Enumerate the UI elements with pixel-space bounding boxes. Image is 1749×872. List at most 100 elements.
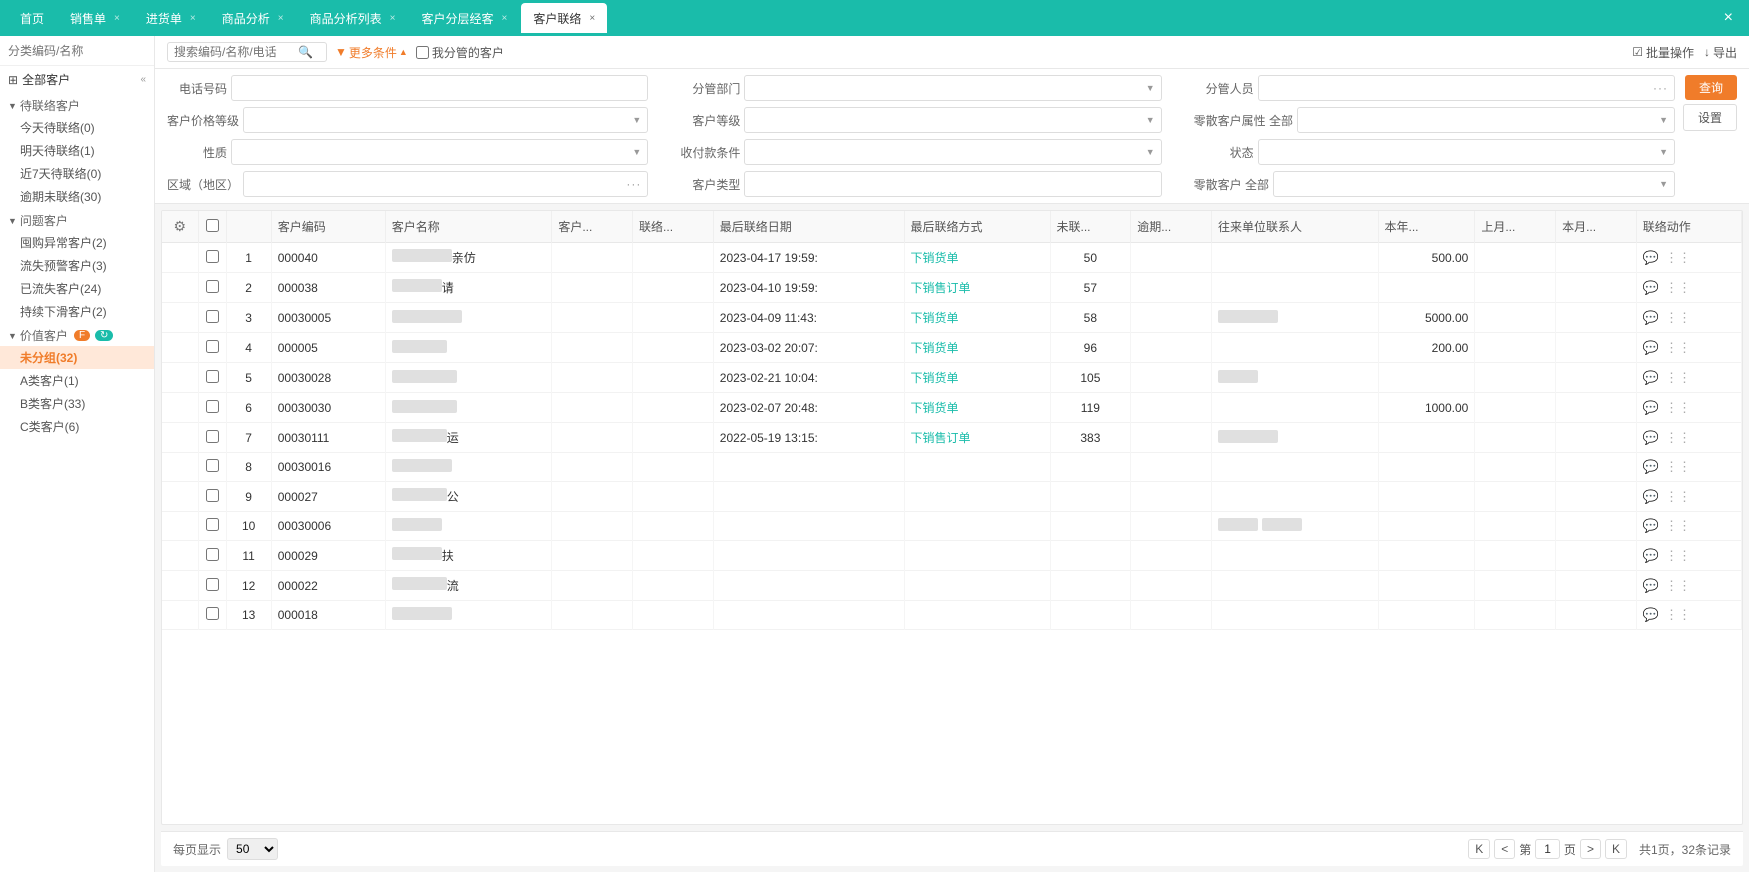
sidebar-item-overdue[interactable]: 逾期未联络(30) [0, 185, 154, 208]
col-last-way[interactable]: 最后联络方式 [904, 211, 1050, 243]
row-checkbox[interactable] [206, 459, 219, 472]
close-purchase-tab[interactable]: × [190, 13, 196, 24]
row-last-way-link[interactable]: 下销货单 [911, 341, 959, 355]
more-conditions-button[interactable]: ▼ 更多条件 ▲ [335, 44, 408, 61]
filter-search-icon[interactable]: 🔍 [298, 45, 313, 59]
col-name[interactable]: 客户名称 [385, 211, 552, 243]
row-checkbox[interactable] [206, 548, 219, 561]
gear-icon[interactable]: ⚙ [173, 218, 186, 234]
more-icon[interactable]: ⋮⋮ [1665, 548, 1691, 564]
sidebar-item-tomorrow[interactable]: 明天待联络(1) [0, 139, 154, 162]
close-product-analysis-list-tab[interactable]: × [390, 13, 396, 24]
more-icon[interactable]: ⋮⋮ [1665, 340, 1691, 356]
col-this-month[interactable]: 本月... [1556, 211, 1637, 243]
tab-sales[interactable]: 销售单 × [58, 3, 132, 33]
row-checkbox[interactable] [206, 578, 219, 591]
col-last-month[interactable]: 上月... [1475, 211, 1556, 243]
row-checkbox[interactable] [206, 310, 219, 323]
tab-customer-contact[interactable]: 客户联络 × [521, 3, 607, 33]
chat-icon[interactable]: 💬 [1643, 459, 1659, 475]
sidebar-pending-group[interactable]: ▼ 待联络客户 [0, 93, 154, 116]
chat-icon[interactable]: 💬 [1643, 310, 1659, 326]
tab-product-analysis[interactable]: 商品分析 × [210, 3, 296, 33]
col-customer-type[interactable]: 客户... [552, 211, 633, 243]
last-page-button[interactable]: K [1605, 839, 1627, 859]
sidebar-item-abnormal[interactable]: 囤购异常客户(2) [0, 231, 154, 254]
chat-icon[interactable]: 💬 [1643, 340, 1659, 356]
row-checkbox[interactable] [206, 250, 219, 263]
price-level-select[interactable]: ▼ [243, 107, 648, 133]
chat-icon[interactable]: 💬 [1643, 400, 1659, 416]
tab-product-analysis-list[interactable]: 商品分析列表 × [298, 3, 408, 33]
status-select[interactable]: ▼ [1258, 139, 1675, 165]
sidebar-item-declining[interactable]: 持续下滑客户(2) [0, 300, 154, 323]
col-partner[interactable]: 往来单位联系人 [1211, 211, 1378, 243]
payment-select[interactable]: ▼ [744, 139, 1161, 165]
col-last-date[interactable]: 最后联络日期 [713, 211, 904, 243]
per-page-select[interactable]: 50 100 200 [227, 838, 278, 860]
sidebar-item-churn-warning[interactable]: 流失预警客户(3) [0, 254, 154, 277]
chat-icon[interactable]: 💬 [1643, 370, 1659, 386]
more-icon[interactable]: ⋮⋮ [1665, 250, 1691, 266]
row-last-way-link[interactable]: 下销货单 [911, 251, 959, 265]
tab-purchase[interactable]: 进货单 × [134, 3, 208, 33]
sidebar-all-customers[interactable]: ⊞ 全部客户 « [0, 66, 154, 93]
row-checkbox[interactable] [206, 430, 219, 443]
settings-col-header[interactable]: ⚙ [162, 211, 198, 243]
sidebar-item-7days[interactable]: 近7天待联络(0) [0, 162, 154, 185]
chat-icon[interactable]: 💬 [1643, 250, 1659, 266]
chat-icon[interactable]: 💬 [1643, 518, 1659, 534]
more-icon[interactable]: ⋮⋮ [1665, 430, 1691, 446]
close-customer-contact-tab[interactable]: × [589, 13, 595, 24]
query-button[interactable]: 查询 [1685, 75, 1737, 100]
sidebar-item-class-b[interactable]: B类客户(33) [0, 392, 154, 415]
col-contact-info[interactable]: 联络... [633, 211, 714, 243]
row-last-way-link[interactable]: 下销货单 [911, 371, 959, 385]
close-customer-segment-tab[interactable]: × [501, 13, 507, 24]
sidebar-item-ungroup[interactable]: 未分组(32) [0, 346, 154, 369]
tab-home[interactable]: 首页 [8, 3, 56, 33]
row-last-way-link[interactable]: 下销货单 [911, 401, 959, 415]
type-input[interactable] [744, 171, 1161, 197]
person-input[interactable]: ··· [1258, 75, 1675, 101]
chat-icon[interactable]: 💬 [1643, 578, 1659, 594]
dept-select[interactable]: ▼ [744, 75, 1161, 101]
chat-icon[interactable]: 💬 [1643, 607, 1659, 623]
col-unlinked[interactable]: 未联... [1050, 211, 1131, 243]
bulk-action-button[interactable]: ☑ 批量操作 [1632, 44, 1694, 61]
sidebar-item-class-a[interactable]: A类客户(1) [0, 369, 154, 392]
more-icon[interactable]: ⋮⋮ [1665, 489, 1691, 505]
more-icon[interactable]: ⋮⋮ [1665, 400, 1691, 416]
col-overdue[interactable]: 逾期... [1131, 211, 1212, 243]
row-checkbox[interactable] [206, 340, 219, 353]
next-page-button[interactable]: > [1580, 839, 1601, 859]
more-icon[interactable]: ⋮⋮ [1665, 607, 1691, 623]
sidebar-problem-group[interactable]: ▼ 问题客户 [0, 208, 154, 231]
row-last-way-link[interactable]: 下销货单 [911, 311, 959, 325]
row-checkbox[interactable] [206, 607, 219, 620]
col-code[interactable]: 客户编码 [271, 211, 385, 243]
chat-icon[interactable]: 💬 [1643, 280, 1659, 296]
more-icon[interactable]: ⋮⋮ [1665, 370, 1691, 386]
row-checkbox[interactable] [206, 280, 219, 293]
row-last-way-link[interactable]: 下销售订单 [911, 281, 971, 295]
nature-select[interactable]: ▼ [231, 139, 648, 165]
more-icon[interactable]: ⋮⋮ [1665, 459, 1691, 475]
tab-customer-segment[interactable]: 客户分层经客 × [409, 3, 519, 33]
row-checkbox[interactable] [206, 518, 219, 531]
customer-level-select[interactable]: ▼ [744, 107, 1161, 133]
sidebar-item-class-c[interactable]: C类客户(6) [0, 415, 154, 438]
more-icon[interactable]: ⋮⋮ [1665, 578, 1691, 594]
filter-search-input[interactable] [174, 45, 294, 59]
row-last-way-link[interactable]: 下销售订单 [911, 431, 971, 445]
phone-input[interactable] [231, 75, 648, 101]
select-all-checkbox[interactable] [206, 219, 219, 232]
window-close-button[interactable]: × [1716, 9, 1741, 27]
row-checkbox[interactable] [206, 400, 219, 413]
sidebar-value-group[interactable]: ▼ 价值客户 F ↻ [0, 323, 154, 346]
close-product-analysis-tab[interactable]: × [278, 13, 284, 24]
first-page-button[interactable]: K [1468, 839, 1490, 859]
sidebar-item-today[interactable]: 今天待联络(0) [0, 116, 154, 139]
retail-select[interactable]: ▼ [1273, 171, 1675, 197]
row-checkbox[interactable] [206, 370, 219, 383]
